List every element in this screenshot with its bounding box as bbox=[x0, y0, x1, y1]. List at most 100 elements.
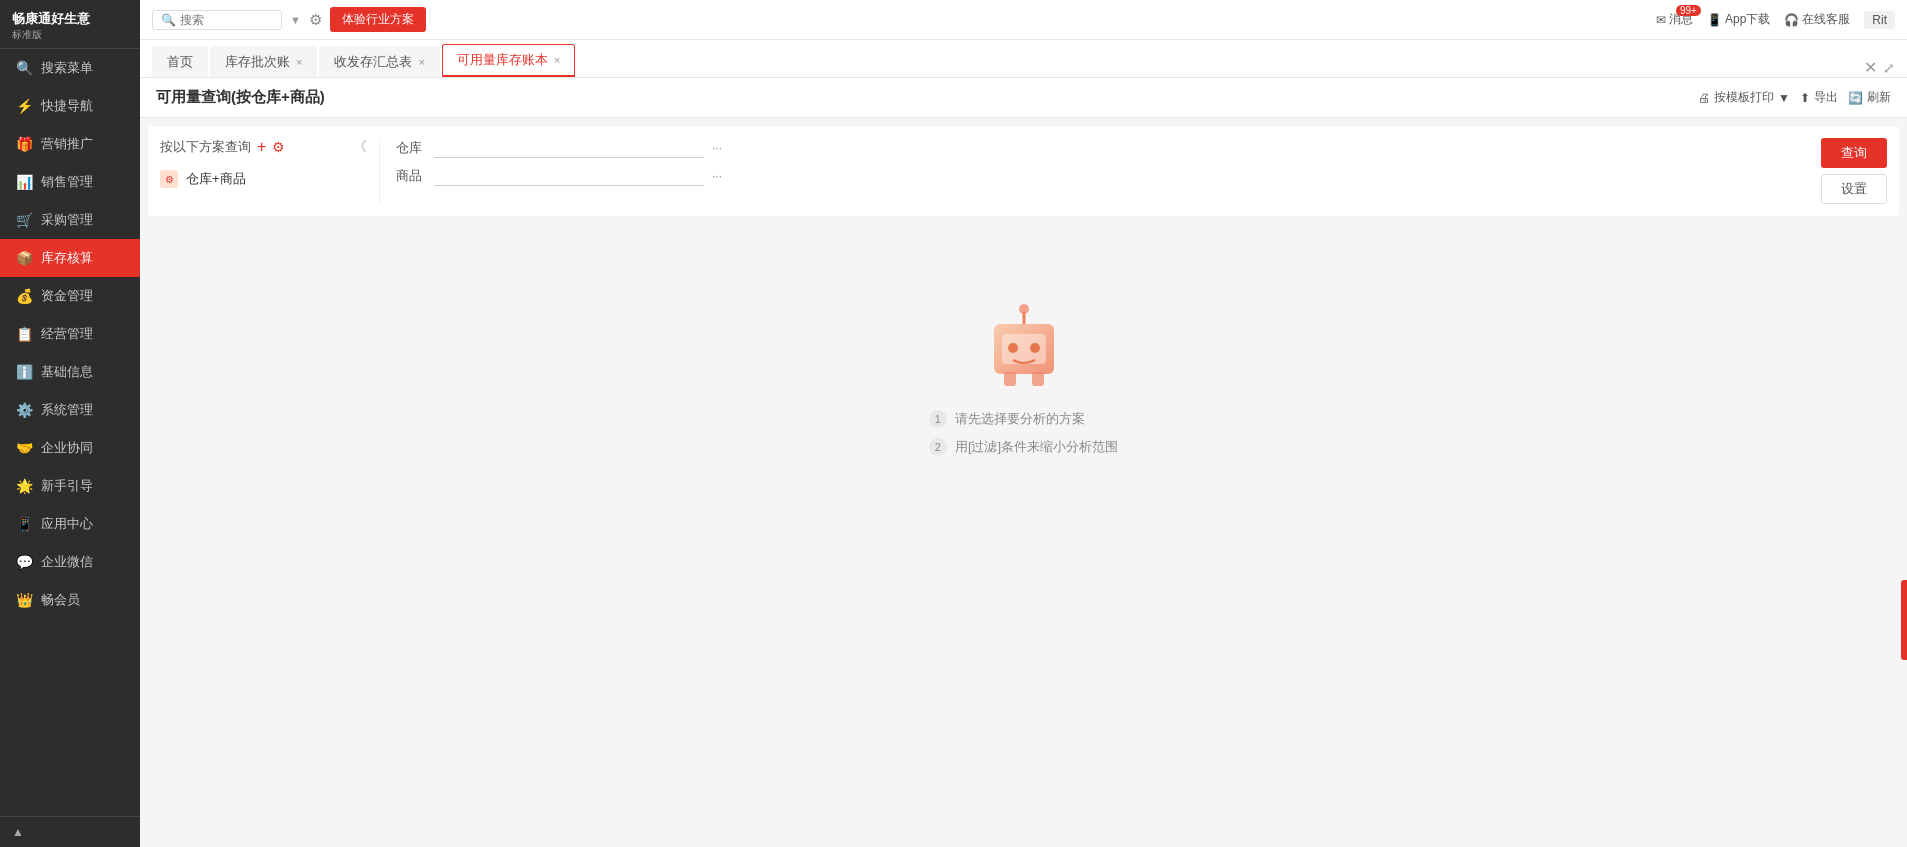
settings-button[interactable]: 设置 bbox=[1821, 174, 1887, 204]
sidebar-label-finance: 资金管理 bbox=[41, 287, 93, 305]
sidebar-icon-inventory: 📦 bbox=[16, 250, 33, 266]
sidebar-label-wechat: 企业微信 bbox=[41, 553, 93, 571]
product-filter-label: 商品 bbox=[396, 167, 426, 185]
empty-tips: 1 请先选择要分析的方案 2 用[过滤]条件来缩小分析范围 bbox=[929, 410, 1118, 456]
sidebar-item-newbie[interactable]: 🌟新手引导 bbox=[0, 467, 140, 505]
sidebar-nav: 🔍搜索菜单⚡快捷导航🎁营销推广📊销售管理🛒采购管理 📦 库存核算 💰 资金管理 📋 经营管理… bbox=[0, 49, 140, 816]
sidebar-label-operations: 经营管理 bbox=[41, 325, 93, 343]
user-account-button[interactable]: Rit bbox=[1864, 11, 1895, 29]
tabs-actions: ✕ ⤢ bbox=[1864, 58, 1895, 77]
sidebar-item-sales[interactable]: 📊销售管理 bbox=[0, 163, 140, 201]
svg-point-2 bbox=[1008, 343, 1018, 353]
sidebar-item-operations[interactable]: 📋 经营管理 bbox=[0, 315, 140, 353]
trial-button[interactable]: 体验行业方案 bbox=[330, 7, 426, 32]
tab-batch[interactable]: 库存批次账 × bbox=[210, 46, 317, 77]
tip2-text: 用[过滤]条件来缩小分析范围 bbox=[955, 438, 1118, 456]
service-label: 在线客服 bbox=[1802, 11, 1850, 28]
sidebar-item-purchase[interactable]: 🛒采购管理 bbox=[0, 201, 140, 239]
scheme-panel-title: 按以下方案查询 bbox=[160, 138, 251, 156]
collapse-icon[interactable]: 《 bbox=[353, 138, 367, 156]
refresh-label: 刷新 bbox=[1867, 89, 1891, 106]
svg-point-5 bbox=[1019, 304, 1029, 314]
action-buttons: 查询 设置 bbox=[1821, 138, 1887, 204]
scheme-settings-icon[interactable]: ⚙ bbox=[272, 139, 285, 155]
tab-available[interactable]: 可用量库存账本× bbox=[442, 44, 575, 77]
warehouse-filter-row: 仓库 ··· bbox=[396, 138, 722, 158]
print-button[interactable]: 🖨 按模板打印 ▼ bbox=[1698, 89, 1790, 106]
scheme-icon: ⚙ bbox=[160, 170, 178, 188]
sidebar-icon-system: ⚙️ bbox=[16, 402, 33, 418]
topbar-chevron-icon[interactable]: ▼ bbox=[290, 14, 301, 26]
topbar-right: ✉ 消息 99+ 📱 App下载 🎧 在线客服 Rit bbox=[1656, 11, 1895, 29]
tab-label-summary: 收发存汇总表 bbox=[334, 53, 412, 71]
print-label: 按模板打印 bbox=[1714, 89, 1774, 106]
export-label: 导出 bbox=[1814, 89, 1838, 106]
message-button[interactable]: ✉ 消息 99+ bbox=[1656, 11, 1693, 28]
close-tab-button[interactable]: ✕ bbox=[1864, 58, 1877, 77]
print-chevron-icon: ▼ bbox=[1778, 91, 1790, 105]
tab-close-batch[interactable]: × bbox=[296, 56, 302, 68]
app-download-button[interactable]: 📱 App下载 bbox=[1707, 11, 1770, 28]
sidebar-icon-finance: 💰 bbox=[16, 288, 33, 304]
sidebar-label-appstore: 应用中心 bbox=[41, 515, 93, 533]
warehouse-more-icon[interactable]: ··· bbox=[712, 141, 722, 155]
sidebar-icon-member: 👑 bbox=[16, 592, 33, 608]
tab-close-available[interactable]: × bbox=[554, 54, 560, 66]
tab-list: 首页库存批次账×收发存汇总表×可用量库存账本× bbox=[152, 44, 575, 77]
sidebar-icon-basic: ℹ️ bbox=[16, 364, 33, 380]
sidebar-item-basic[interactable]: ℹ️ 基础信息 bbox=[0, 353, 140, 391]
topbar-search-box[interactable]: 🔍 bbox=[152, 10, 282, 30]
expand-button[interactable]: ⤢ bbox=[1883, 60, 1895, 76]
tab-label-batch: 库存批次账 bbox=[225, 53, 290, 71]
empty-state-icon bbox=[969, 284, 1079, 394]
sidebar-item-member[interactable]: 👑畅会员 bbox=[0, 581, 140, 619]
sidebar-label-shortcut: 快捷导航 bbox=[41, 97, 93, 115]
query-button[interactable]: 查询 bbox=[1821, 138, 1887, 168]
sidebar-item-finance[interactable]: 💰 资金管理 bbox=[0, 277, 140, 315]
sidebar-icon-enterprise: 🤝 bbox=[16, 440, 33, 456]
product-more-icon[interactable]: ··· bbox=[712, 169, 722, 183]
filters-container: 仓库 ··· 商品 ··· bbox=[396, 138, 722, 186]
sidebar-label-basic: 基础信息 bbox=[41, 363, 93, 381]
app-subtitle: 标准版 bbox=[12, 28, 128, 42]
sidebar-item-enterprise[interactable]: 🤝 企业协同 bbox=[0, 429, 140, 467]
page-content: 可用量查询(按仓库+商品) 🖨 按模板打印 ▼ ⬆ 导出 🔄 刷新 bbox=[140, 78, 1907, 847]
sidebar-item-appstore[interactable]: 📱应用中心 bbox=[0, 505, 140, 543]
sidebar-item-search[interactable]: 🔍搜索菜单 bbox=[0, 49, 140, 87]
sidebar-icon-operations: 📋 bbox=[16, 326, 33, 342]
tab-bar: 首页库存批次账×收发存汇总表×可用量库存账本× ✕ ⤢ bbox=[140, 40, 1907, 78]
filter-action-area: 仓库 ··· 商品 ··· 查询 设置 bbox=[380, 138, 1887, 204]
tip2-num: 2 bbox=[929, 438, 947, 456]
query-area: 按以下方案查询 + ⚙ 《 ⚙ 仓库+商品 仓库 ··· bbox=[148, 126, 1899, 216]
scheme-item[interactable]: ⚙ 仓库+商品 bbox=[160, 166, 367, 192]
app-title: 畅康通好生意 bbox=[12, 10, 128, 28]
search-input[interactable] bbox=[180, 13, 260, 27]
sidebar-item-wechat[interactable]: 💬企业微信 bbox=[0, 543, 140, 581]
warehouse-filter-label: 仓库 bbox=[396, 139, 426, 157]
sidebar-label-search: 搜索菜单 bbox=[41, 59, 93, 77]
sidebar-item-marketing[interactable]: 🎁营销推广 bbox=[0, 125, 140, 163]
tab-summary[interactable]: 收发存汇总表 × bbox=[319, 46, 439, 77]
main-area: 🔍 ▼ ⚙ 体验行业方案 ✉ 消息 99+ 📱 App下载 🎧 在线客服 Rit bbox=[140, 0, 1907, 847]
refresh-button[interactable]: 🔄 刷新 bbox=[1848, 89, 1891, 106]
tab-home[interactable]: 首页 bbox=[152, 46, 208, 77]
sidebar-label-inventory: 库存核算 bbox=[41, 249, 93, 267]
sidebar-item-inventory[interactable]: 📦 库存核算 bbox=[0, 239, 140, 277]
export-icon: ⬆ bbox=[1800, 91, 1810, 105]
sidebar-label-enterprise: 企业协同 bbox=[41, 439, 93, 457]
topbar-gear-icon[interactable]: ⚙ bbox=[309, 11, 322, 29]
tab-close-summary[interactable]: × bbox=[418, 56, 424, 68]
sidebar-logo: 畅康通好生意 标准版 bbox=[0, 0, 140, 49]
message-badge: 99+ bbox=[1676, 5, 1701, 16]
add-scheme-button[interactable]: + bbox=[257, 138, 266, 156]
sidebar-item-system[interactable]: ⚙️系统管理 bbox=[0, 391, 140, 429]
customer-service-button[interactable]: 🎧 在线客服 bbox=[1784, 11, 1850, 28]
product-input[interactable] bbox=[434, 166, 704, 186]
search-icon: 🔍 bbox=[161, 13, 176, 27]
tip1-text: 请先选择要分析的方案 bbox=[955, 410, 1085, 428]
sidebar-item-shortcut[interactable]: ⚡快捷导航 bbox=[0, 87, 140, 125]
page-actions: 🖨 按模板打印 ▼ ⬆ 导出 🔄 刷新 bbox=[1698, 89, 1891, 106]
export-button[interactable]: ⬆ 导出 bbox=[1800, 89, 1838, 106]
sidebar-bottom-arrow: ▲ bbox=[12, 825, 24, 839]
warehouse-input[interactable] bbox=[434, 138, 704, 158]
